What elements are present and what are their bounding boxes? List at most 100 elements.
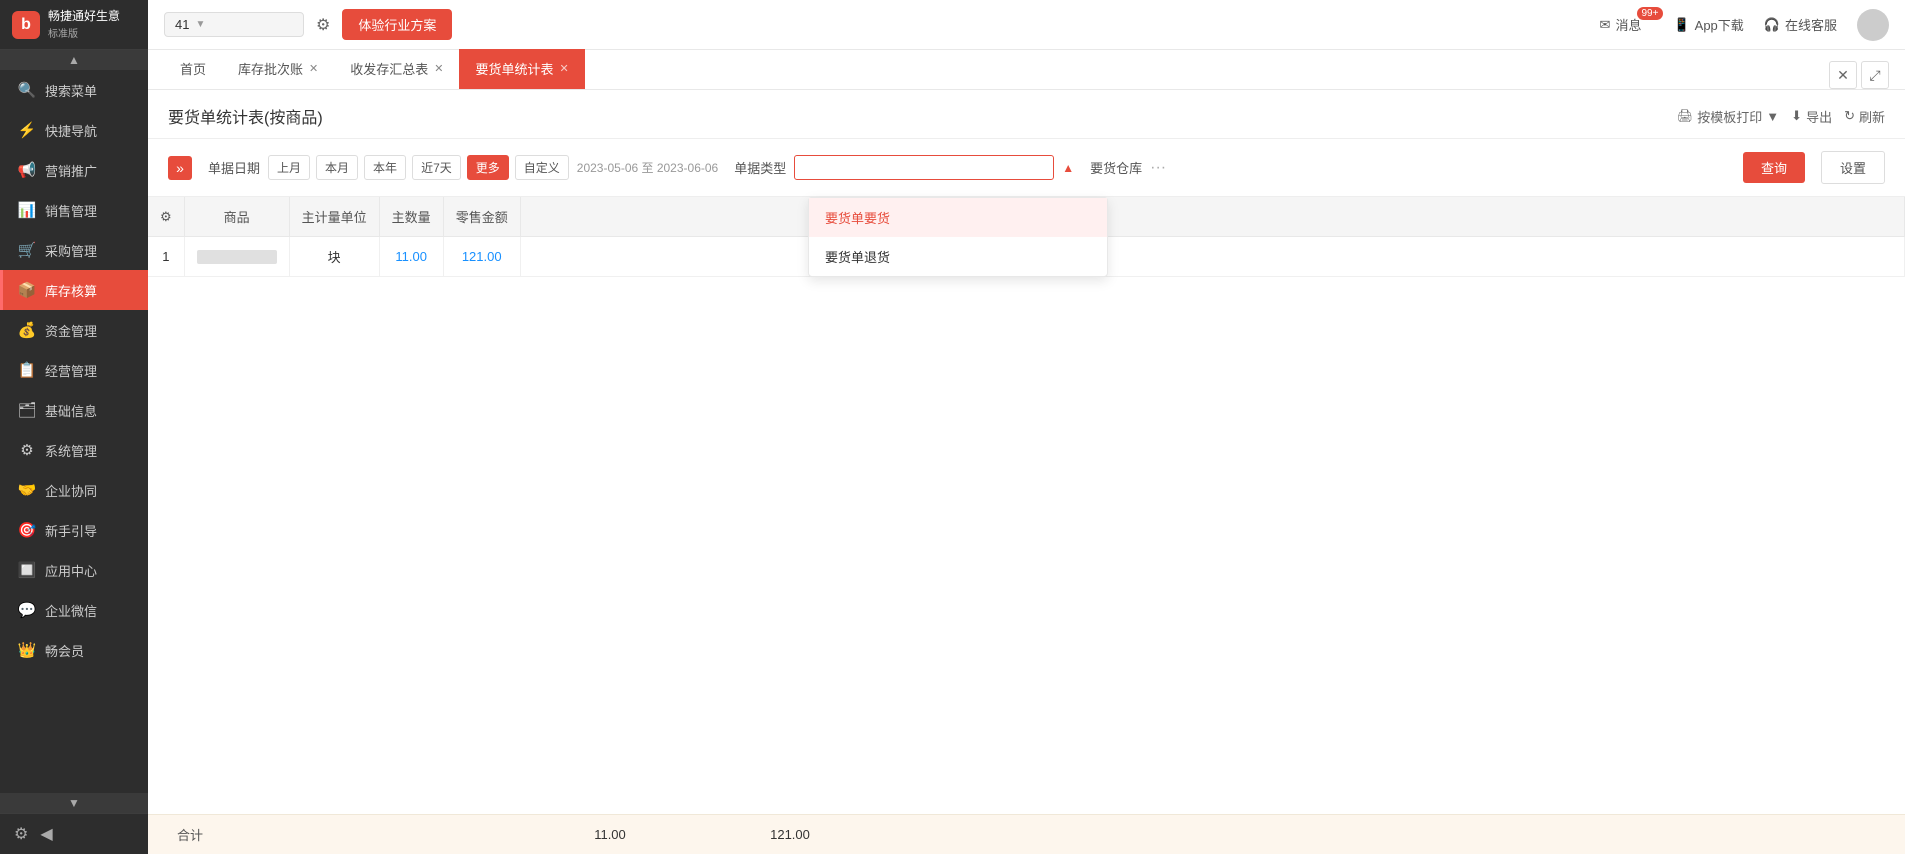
date-btn-current-month[interactable]: 本月	[316, 155, 358, 180]
export-button[interactable]: ⬇ 导出	[1791, 107, 1832, 126]
query-button[interactable]: 查询	[1743, 152, 1805, 183]
filter-type-label: 单据类型	[734, 158, 786, 177]
sidebar-bottom: ⚙ ◀	[0, 813, 148, 854]
sidebar-item-enterprise[interactable]: 🤝 企业协同	[0, 470, 148, 510]
dropdown-item-requisition[interactable]: 要货单要货	[809, 198, 1107, 237]
tab-order-stats-label: 要货单统计表	[475, 59, 553, 78]
date-btn-up-month[interactable]: 上月	[268, 155, 310, 180]
date-btn-7days[interactable]: 近7天	[412, 155, 461, 180]
cell-unit: 块	[289, 237, 379, 277]
sidebar-collapse-icon[interactable]: ◀	[40, 824, 52, 844]
date-btn-custom[interactable]: 自定义	[515, 155, 569, 180]
sidebar-item-label: 应用中心	[45, 561, 97, 580]
vip-icon: 👑	[17, 640, 37, 660]
date-btn-more[interactable]: 更多	[467, 155, 509, 180]
page-header-actions: 🖨 按模板打印 ▼ ⬇ 导出 ↻ 刷新	[1677, 107, 1885, 126]
tabs-bar: 首页 库存批次账 ✕ 收发存汇总表 ✕ 要货单统计表 ✕ ✕ ⤢	[148, 50, 1905, 90]
sidebar-item-search[interactable]: 🔍 搜索菜单	[0, 70, 148, 110]
page-title: 要货单统计表(按商品)	[168, 104, 323, 128]
refresh-button[interactable]: ↻ 刷新	[1844, 107, 1885, 126]
print-arrow-icon: ▼	[1766, 109, 1779, 124]
cell-amount: 121.00	[443, 237, 520, 277]
sidebar-item-finance[interactable]: 💰 资金管理	[0, 310, 148, 350]
col-amount: 零售金额	[443, 197, 520, 237]
date-filter-label: 单据日期	[208, 158, 260, 177]
main-area: 41 ▼ ⚙ 体验行业方案 ✉ 消息 99+ 📱 App下载 🎧 在线客服	[148, 0, 1905, 854]
footer-quantity: 11.00	[550, 827, 670, 842]
sidebar-settings-icon[interactable]: ⚙	[14, 824, 28, 844]
tab-inventory-batch[interactable]: 库存批次账 ✕	[222, 49, 334, 89]
tab-receipt-summary-label: 收发存汇总表	[350, 59, 428, 78]
export-icon: ⬇	[1791, 108, 1802, 124]
col-unit: 主计量单位	[289, 197, 379, 237]
tabs-maximize-button[interactable]: ⤢	[1861, 61, 1889, 89]
quantity-link[interactable]: 11.00	[395, 249, 427, 264]
filter-expand-button[interactable]: »	[168, 156, 192, 180]
amount-link[interactable]: 121.00	[462, 249, 502, 264]
sidebar-item-quick-nav[interactable]: ⚡ 快捷导航	[0, 110, 148, 150]
sidebar-scroll-up[interactable]: ▲	[0, 50, 148, 70]
operation-icon: 📋	[17, 360, 37, 380]
filter-type-input[interactable]	[794, 155, 1054, 180]
filter-area: » 单据日期 上月 本月 本年 近7天 更多 自定义 2023-05-06 至 …	[148, 139, 1905, 197]
sidebar-item-operation[interactable]: 📋 经营管理	[0, 350, 148, 390]
tab-receipt-summary-close[interactable]: ✕	[434, 62, 443, 75]
avatar[interactable]	[1857, 9, 1889, 41]
trial-button[interactable]: 体验行业方案	[342, 9, 452, 40]
online-service-label: 在线客服	[1785, 15, 1837, 34]
cell-product	[184, 237, 289, 277]
sidebar-item-label: 企业协同	[45, 481, 97, 500]
tab-order-stats[interactable]: 要货单统计表 ✕	[459, 49, 584, 89]
dropdown-item-return[interactable]: 要货单退货	[809, 237, 1107, 276]
messages-button[interactable]: ✉ 消息 99+	[1600, 15, 1654, 34]
sidebar-item-guide[interactable]: 🎯 新手引导	[0, 510, 148, 550]
col-product: 商品	[184, 197, 289, 237]
col-quantity: 主数量	[379, 197, 443, 237]
date-btn-current-year[interactable]: 本年	[364, 155, 406, 180]
sidebar-item-label: 销售管理	[45, 201, 97, 220]
topbar-gear-icon[interactable]: ⚙	[316, 15, 330, 35]
sidebar-item-label: 畅会员	[45, 641, 84, 660]
filter-more-button[interactable]: ···	[1150, 159, 1166, 177]
sidebar-item-app-center[interactable]: 🔲 应用中心	[0, 550, 148, 590]
tabs-end-buttons: ✕ ⤢	[1829, 61, 1889, 89]
sidebar-scroll-down[interactable]: ▼	[0, 793, 148, 813]
sidebar-item-label: 新手引导	[45, 521, 97, 540]
tab-home-label: 首页	[180, 59, 206, 78]
sidebar-item-wechat[interactable]: 💬 企业微信	[0, 590, 148, 630]
date-filter-group: 单据日期 上月 本月 本年 近7天 更多 自定义 2023-05-06 至 20…	[208, 155, 718, 180]
table-settings-icon[interactable]: ⚙	[160, 209, 172, 224]
filter-type-group: 单据类型 ▲	[734, 155, 1074, 180]
page-header: 要货单统计表(按商品) 🖨 按模板打印 ▼ ⬇ 导出 ↻ 刷新	[148, 90, 1905, 139]
tab-inventory-batch-close[interactable]: ✕	[309, 62, 318, 75]
app-download-button[interactable]: 📱 App下载	[1673, 15, 1743, 34]
sidebar-item-system[interactable]: ⚙ 系统管理	[0, 430, 148, 470]
inventory-icon: 📦	[17, 280, 37, 300]
cell-extra	[520, 237, 1904, 277]
sidebar: b 畅捷通好生意 标准版 ▲ 🔍 搜索菜单 ⚡ 快捷导航 📢 营销推广 📊 销售…	[0, 0, 148, 854]
sidebar-item-basic[interactable]: 🗂 基础信息	[0, 390, 148, 430]
filter-type-arrow-icon[interactable]: ▲	[1062, 161, 1074, 175]
tab-receipt-summary[interactable]: 收发存汇总表 ✕	[334, 49, 459, 89]
store-selector[interactable]: 41 ▼	[164, 12, 304, 37]
tabs-close-all-button[interactable]: ✕	[1829, 61, 1857, 89]
cell-quantity: 11.00	[379, 237, 443, 277]
finance-icon: 💰	[17, 320, 37, 340]
col-settings-icon[interactable]: ⚙	[148, 197, 184, 237]
online-service-button[interactable]: 🎧 在线客服	[1764, 15, 1837, 34]
sidebar-item-label: 经营管理	[45, 361, 97, 380]
sidebar-item-vip[interactable]: 👑 畅会员	[0, 630, 148, 670]
sidebar-item-label: 采购管理	[45, 241, 97, 260]
sidebar-item-marketing[interactable]: 📢 营销推广	[0, 150, 148, 190]
settings-button[interactable]: 设置	[1821, 151, 1885, 184]
sales-icon: 📊	[17, 200, 37, 220]
tab-order-stats-close[interactable]: ✕	[560, 62, 569, 75]
sidebar-item-inventory[interactable]: 📦 库存核算	[0, 270, 148, 310]
tab-inventory-batch-label: 库存批次账	[238, 59, 303, 78]
col-extra	[520, 197, 1904, 237]
sidebar-item-purchase[interactable]: 🛒 采购管理	[0, 230, 148, 270]
cell-seq: 1	[148, 237, 184, 277]
sidebar-item-sales[interactable]: 📊 销售管理	[0, 190, 148, 230]
tab-home[interactable]: 首页	[164, 49, 222, 89]
print-template-button[interactable]: 🖨 按模板打印 ▼	[1677, 107, 1779, 126]
